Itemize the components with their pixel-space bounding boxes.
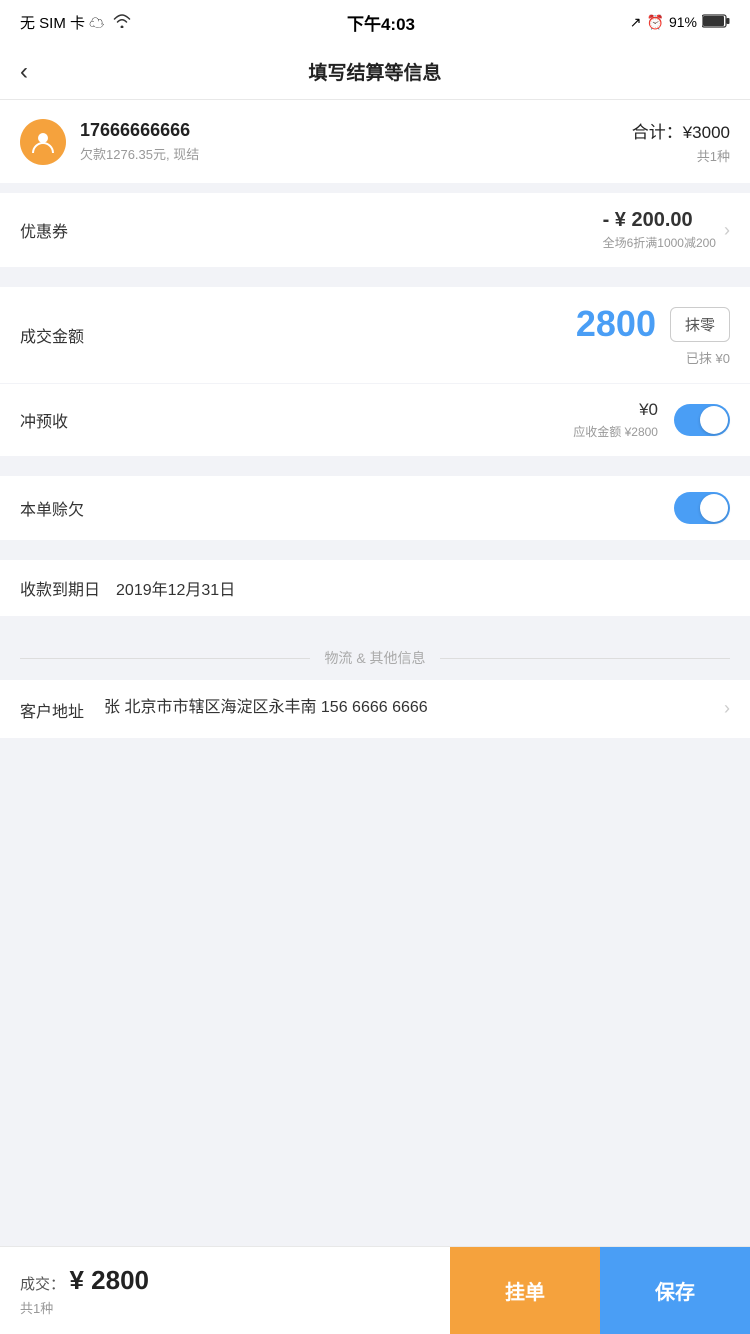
- total-count: 共1种: [632, 146, 730, 165]
- coupon-chevron-icon: ›: [724, 220, 730, 241]
- status-time: 下午4:03: [347, 10, 415, 35]
- transaction-section: 成交金额 2800 抹零 已抹 ¥0 冲预收 ¥0 应收金额 ¥2800: [0, 287, 750, 456]
- section-divider-2: [0, 466, 750, 476]
- address-label: 客户地址: [20, 698, 84, 722]
- coupon-right: - ¥ 200.00 全场6折满1000减200 ›: [603, 209, 730, 251]
- status-bar: 无 SIM 卡 ☁ 下午4:03 ↗ ⏰ 91%: [0, 0, 750, 44]
- debt-section: 本单赊欠: [0, 476, 750, 540]
- battery-icon: [702, 14, 730, 31]
- logistics-divider: 物流 & 其他信息: [0, 636, 750, 680]
- section-divider-3: [0, 550, 750, 560]
- address-value: 张 北京市市辖区海淀区永丰南 156 6666 6666: [104, 696, 724, 720]
- user-sub-text: 欠款1276.35元, 现结: [80, 144, 199, 163]
- section-divider-4: [0, 626, 750, 636]
- battery-label: 91%: [669, 14, 697, 30]
- avatar: [20, 119, 66, 165]
- nav-bar: ‹ 填写结算等信息: [0, 44, 750, 100]
- debt-toggle-knob: [700, 494, 728, 522]
- trans-amount-value: 2800: [576, 303, 656, 345]
- bottom-amount: ¥ 2800: [69, 1265, 149, 1295]
- bottom-summary: 成交： ¥ 2800 共1种: [0, 1265, 450, 1317]
- prepay-amount: ¥0: [573, 400, 658, 420]
- prepay-label: 冲预收: [20, 408, 68, 432]
- trans-amount-label: 成交金额: [20, 323, 84, 347]
- address-section: 客户地址 张 北京市市辖区海淀区永丰南 156 6666 6666 ›: [0, 680, 750, 738]
- total-amount: 合计：¥3000: [632, 118, 730, 143]
- section-divider-1: [0, 277, 750, 287]
- user-phone: 17666666666: [80, 120, 199, 141]
- user-card: 17666666666 欠款1276.35元, 现结 合计：¥3000 共1种: [0, 100, 750, 183]
- prepay-info: ¥0 应收金额 ¥2800: [573, 400, 658, 440]
- location-icon: ↗: [630, 14, 642, 31]
- divider-line-right: [440, 658, 730, 659]
- already-rounded-label: 已抹 ¥0: [686, 348, 730, 367]
- coupon-description: 全场6折满1000减200: [603, 234, 716, 251]
- prepay-receivable: 应收金额 ¥2800: [573, 423, 658, 440]
- user-left: 17666666666 欠款1276.35元, 现结: [20, 119, 199, 165]
- no-sim-label: 无 SIM 卡 ☁: [20, 12, 104, 33]
- user-info: 17666666666 欠款1276.35元, 现结: [80, 120, 199, 163]
- round-zero-button[interactable]: 抹零: [670, 307, 730, 342]
- pending-button[interactable]: 挂单: [450, 1247, 600, 1334]
- save-button[interactable]: 保存: [600, 1247, 750, 1334]
- debt-label: 本单赊欠: [20, 496, 84, 520]
- status-right: ↗ ⏰ 91%: [630, 14, 730, 31]
- coupon-label: 优惠券: [20, 218, 68, 242]
- bottom-count: 共1种: [20, 1298, 430, 1317]
- bottom-trans-row: 成交： ¥ 2800: [20, 1265, 430, 1296]
- debt-row: 本单赊欠: [0, 476, 750, 540]
- toggle-knob: [700, 406, 728, 434]
- prepay-toggle[interactable]: [674, 404, 730, 436]
- debt-toggle[interactable]: [674, 492, 730, 524]
- back-button[interactable]: ‹: [20, 58, 60, 86]
- alarm-icon: ⏰: [647, 14, 664, 31]
- prepayment-row: 冲预收 ¥0 应收金额 ¥2800: [0, 384, 750, 456]
- due-date-value: 2019年12月31日: [116, 576, 235, 600]
- divider-line-left: [20, 658, 310, 659]
- bottom-bar: 成交： ¥ 2800 共1种 挂单 保存: [0, 1246, 750, 1334]
- wifi-icon: [112, 13, 132, 32]
- user-summary: 合计：¥3000 共1种: [632, 118, 730, 165]
- main-content: 17666666666 欠款1276.35元, 现结 合计：¥3000 共1种 …: [0, 100, 750, 1028]
- due-date-section: 收款到期日 2019年12月31日: [0, 560, 750, 616]
- coupon-discount: - ¥ 200.00: [603, 209, 716, 232]
- bottom-trans-label: 成交：: [20, 1276, 65, 1293]
- coupon-row[interactable]: 优惠券 - ¥ 200.00 全场6折满1000减200 ›: [0, 193, 750, 267]
- address-row[interactable]: 客户地址 张 北京市市辖区海淀区永丰南 156 6666 6666 ›: [0, 680, 750, 738]
- logistics-label: 物流 & 其他信息: [310, 648, 439, 668]
- transaction-amount-row: 成交金额 2800 抹零 已抹 ¥0: [0, 287, 750, 384]
- status-left: 无 SIM 卡 ☁: [20, 12, 132, 33]
- address-chevron-icon: ›: [724, 698, 730, 719]
- empty-area: [0, 748, 750, 928]
- page-title: 填写结算等信息: [308, 58, 441, 85]
- due-date-label: 收款到期日: [20, 576, 100, 600]
